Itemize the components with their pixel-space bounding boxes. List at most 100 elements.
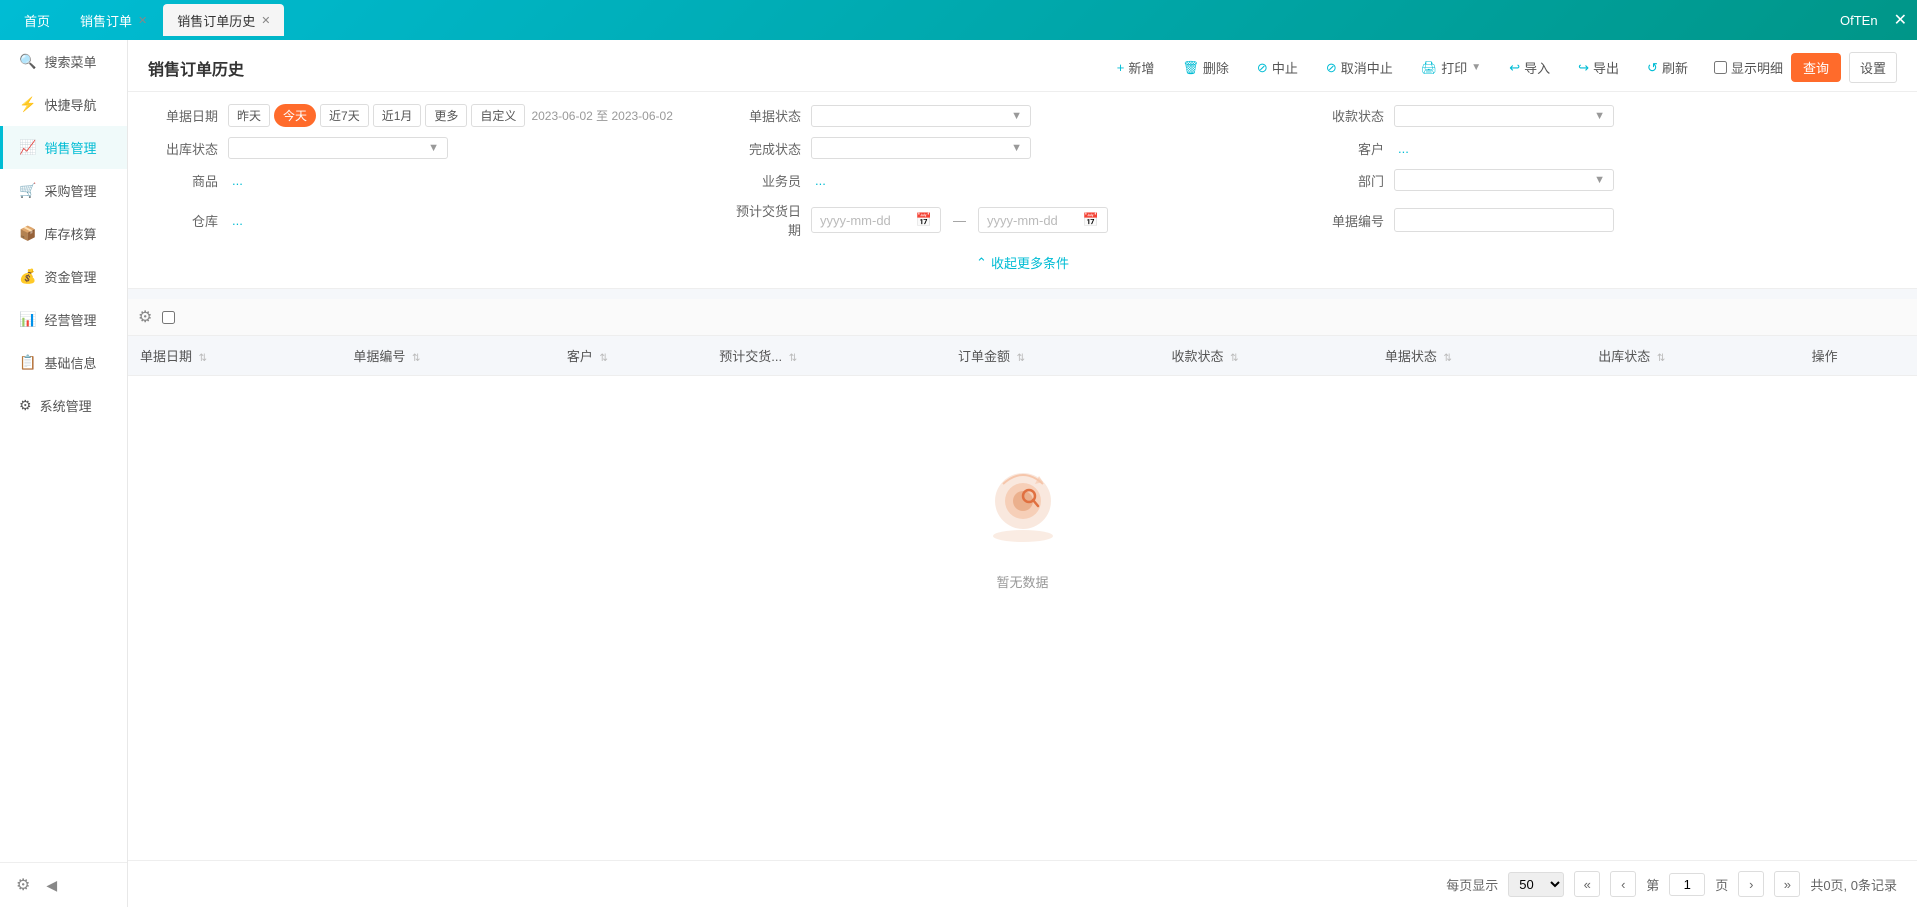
date-btn-7days[interactable]: 近7天 [320,104,369,127]
table-select-all-checkbox[interactable] [162,311,175,324]
new-button[interactable]: + 新增 [1107,53,1165,82]
calendar-from-icon: 📅 [916,212,932,228]
receipt-select[interactable]: ▼ [1394,105,1614,127]
page-label: 页 [1715,875,1728,894]
delete-label: 删除 [1203,58,1229,77]
goods-ellipsis[interactable]: ... [228,173,247,188]
customer-filter-value: ... [1394,141,1897,156]
sidebar-item-basic[interactable]: 📋 基础信息 [0,341,127,384]
col-order-no[interactable]: 单据编号 ⇅ [341,336,554,376]
sidebar-item-system[interactable]: ⚙ 系统管理 [0,384,127,427]
out-select[interactable]: ▼ [228,137,448,159]
display-check[interactable]: 显示明细 [1714,58,1783,77]
col-amount[interactable]: 订单金额 ⇅ [946,336,1159,376]
table-toolbar: ⚙ [128,299,1917,336]
delivery-from-input[interactable]: yyyy-mm-dd 📅 [811,207,941,233]
tab-home[interactable]: 首页 [10,4,64,36]
tab-sales-history[interactable]: 销售订单历史 ✕ [163,4,284,36]
table-area: ⚙ 单据日期 ⇅ 单据编号 ⇅ 客户 ⇅ [128,299,1917,860]
sidebar-item-operations[interactable]: 📊 经营管理 [0,298,127,341]
sidebar-item-search[interactable]: 🔍 搜索菜单 [0,40,127,83]
tab-sales-history-label: 销售订单历史 [177,11,255,30]
date-filter-buttons: 昨天 今天 近7天 近1月 更多 自定义 [228,104,525,127]
salesperson-ellipsis[interactable]: ... [811,173,830,188]
status-select[interactable]: ▼ [811,105,1031,127]
date-range-dash: — [953,213,966,228]
import-button[interactable]: ↩ 导入 [1499,53,1560,82]
col-customer[interactable]: 客户 ⇅ [555,336,707,376]
dept-select[interactable]: ▼ [1394,169,1614,191]
search-icon: 🔍 [19,53,36,70]
complete-filter-label: 完成状态 [731,139,811,158]
tab-sales-order[interactable]: 销售订单 ✕ [66,4,161,36]
delivery-to-input[interactable]: yyyy-mm-dd 📅 [978,207,1108,233]
stop-button[interactable]: ⊘ 中止 [1247,53,1308,82]
complete-select[interactable]: ▼ [811,137,1031,159]
date-btn-1month[interactable]: 近1月 [373,104,422,127]
settings-label: 设置 [1860,58,1886,77]
refresh-icon: ↺ [1647,60,1658,76]
out-filter-label: 出库状态 [148,139,228,158]
per-page-label: 每页显示 [1446,875,1498,894]
status-filter-value: ▼ [811,105,1314,127]
empty-text: 暂无数据 [996,572,1048,591]
date-btn-yesterday[interactable]: 昨天 [228,104,270,127]
col-date[interactable]: 单据日期 ⇅ [128,336,341,376]
sales-icon: 📈 [19,139,36,156]
date-btn-custom[interactable]: 自定义 [471,104,525,127]
main-layout: 🔍 搜索菜单 ⚡ 快捷导航 📈 销售管理 🛒 采购管理 📦 库存核算 💰 资金管… [0,40,1917,907]
page-title: 销售订单历史 [148,56,244,80]
table-settings-icon[interactable]: ⚙ [138,307,152,327]
delete-button[interactable]: 🗑 删除 [1172,53,1239,82]
query-button[interactable]: 查询 [1791,53,1841,82]
col-receipt-status[interactable]: 收款状态 ⇅ [1159,336,1372,376]
tab-sales-history-close[interactable]: ✕ [261,14,270,27]
sidebar-item-finance[interactable]: 💰 资金管理 [0,255,127,298]
salesperson-filter-value: ... [811,173,1314,188]
date-btn-more[interactable]: 更多 [425,104,467,127]
order-no-filter-label: 单据编号 [1314,211,1394,230]
cancel-stop-button[interactable]: ⊘ 取消中止 [1316,53,1403,82]
sidebar-item-inventory[interactable]: 📦 库存核算 [0,212,127,255]
col-out-status[interactable]: 出库状态 ⇅ [1586,336,1799,376]
col-order-sort-icon: ⇅ [1443,353,1451,364]
print-button[interactable]: 🖨 打印 ▼ [1411,53,1491,82]
sidebar-item-purchase[interactable]: 🛒 采购管理 [0,169,127,212]
purchase-icon: 🛒 [19,182,36,199]
new-label: 新增 [1128,58,1154,77]
last-page-btn[interactable]: » [1774,871,1800,897]
sidebar-item-sales[interactable]: 📈 销售管理 [0,126,127,169]
date-btn-today[interactable]: 今天 [274,104,316,127]
import-icon: ↩ [1509,60,1520,76]
filter-row-1: 单据日期 昨天 今天 近7天 近1月 更多 自定义 2023-06-02 至 2… [148,104,1897,127]
page-header: 销售订单历史 + 新增 🗑 删除 ⊘ 中止 ⊘ 取消中止 [128,40,1917,92]
sidebar-item-quicknav[interactable]: ⚡ 快捷导航 [0,83,127,126]
col-order-status[interactable]: 单据状态 ⇅ [1373,336,1586,376]
order-no-input[interactable] [1394,208,1614,232]
tab-sales-order-close[interactable]: ✕ [138,14,147,27]
page-num-input[interactable] [1669,873,1705,896]
col-delivery-sort-icon: ⇅ [789,353,797,364]
empty-state: 暂无数据 [128,376,1917,671]
refresh-button[interactable]: ↺ 刷新 [1637,53,1698,82]
col-delivery[interactable]: 预计交货... ⇅ [707,336,946,376]
sidebar: 🔍 搜索菜单 ⚡ 快捷导航 📈 销售管理 🛒 采购管理 📦 库存核算 💰 资金管… [0,40,128,907]
stop-icon: ⊘ [1257,60,1268,76]
col-customer-sort-icon: ⇅ [599,353,607,364]
prev-page-btn[interactable]: ‹ [1610,871,1636,897]
collapse-btn[interactable]: ⌃ 收起更多条件 [148,249,1897,276]
customer-ellipsis[interactable]: ... [1394,141,1413,156]
export-button[interactable]: ↪ 导出 [1568,53,1629,82]
sidebar-settings-icon[interactable]: ⚙ [16,875,30,895]
warehouse-ellipsis[interactable]: ... [228,213,247,228]
display-check-input[interactable] [1714,61,1727,74]
print-label: 打印 [1441,58,1467,77]
cancel-stop-label: 取消中止 [1341,58,1393,77]
first-page-btn[interactable]: « [1574,871,1600,897]
sidebar-collapse-icon[interactable]: ◀ [46,877,57,894]
goods-filter-value: ... [228,173,731,188]
settings-button[interactable]: 设置 [1849,52,1897,83]
top-close-icon[interactable]: ✕ [1894,10,1907,30]
per-page-select[interactable]: 50 10 20 100 [1508,872,1564,897]
next-page-btn[interactable]: › [1738,871,1764,897]
